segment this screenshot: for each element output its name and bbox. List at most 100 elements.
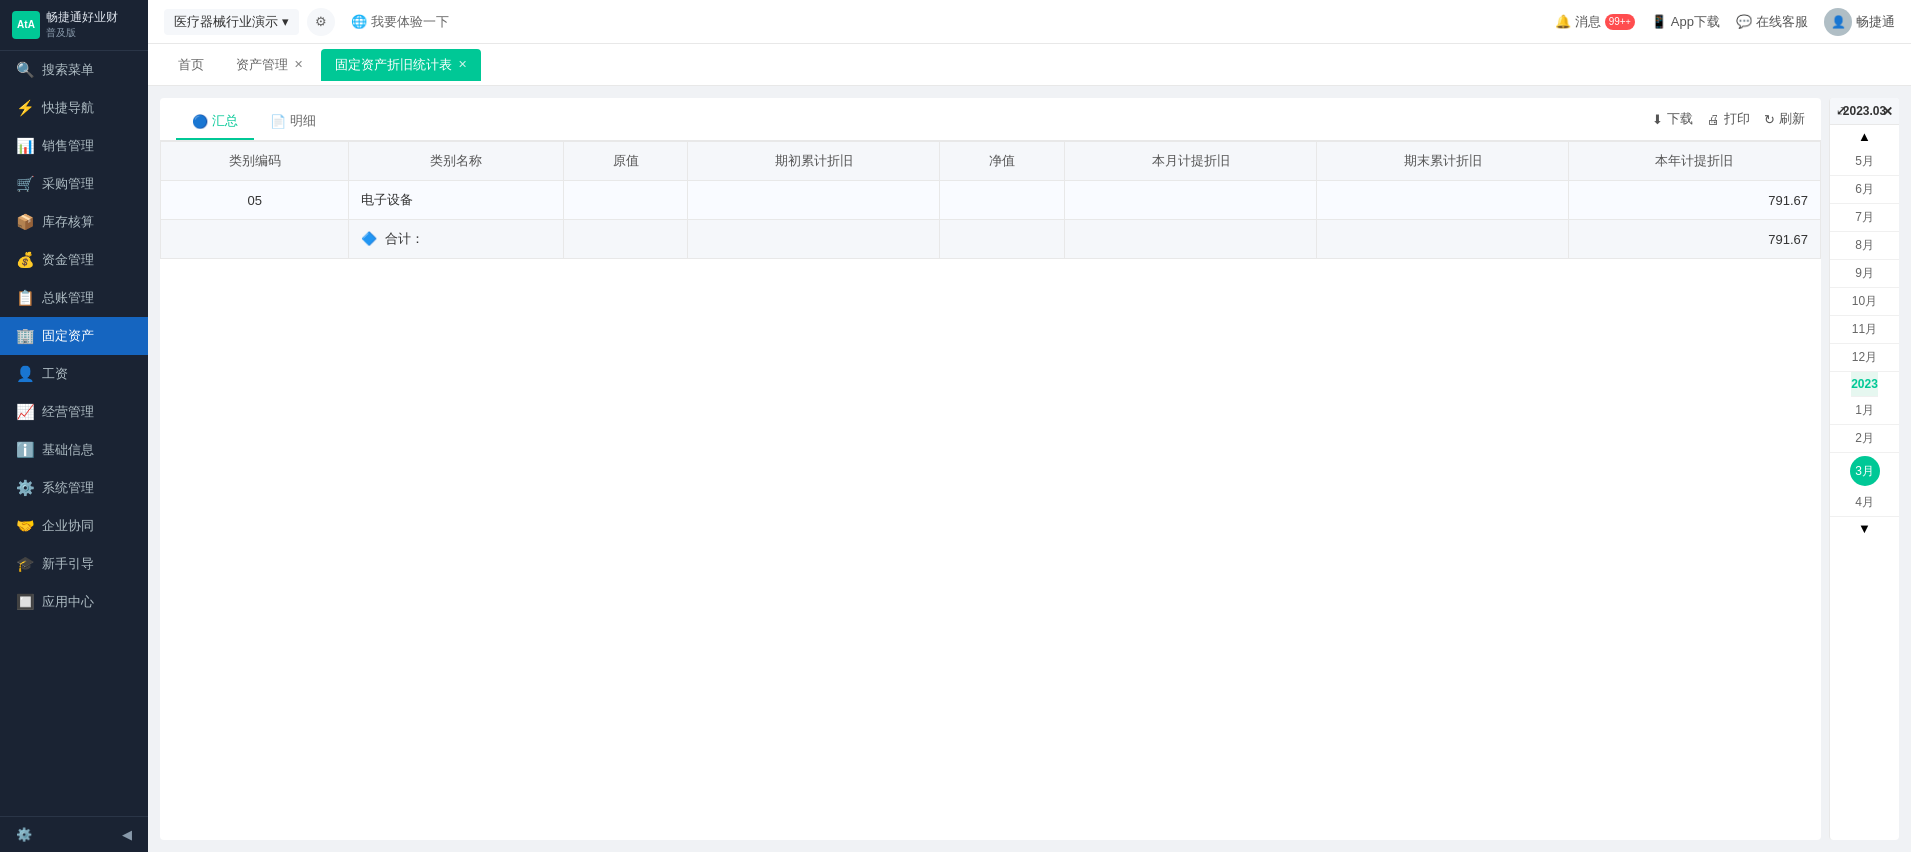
tab-label: 首页	[178, 56, 204, 74]
collab-icon: 🤝	[16, 517, 34, 535]
user-profile[interactable]: 👤 畅捷通	[1824, 8, 1895, 36]
month-12[interactable]: 12月	[1830, 344, 1899, 372]
month-4-2023[interactable]: 4月	[1830, 489, 1899, 517]
topbar: 医疗器械行业演示 ▾ ⚙ 🌐 我要体验一下 🔔 消息 99++ 📱 App下载	[148, 0, 1911, 44]
month-3-2023-selected[interactable]: 3月	[1850, 456, 1880, 486]
company-name: 医疗器械行业演示	[174, 13, 278, 31]
month-7[interactable]: 7月	[1830, 204, 1899, 232]
dropdown-icon: ▾	[282, 14, 289, 29]
footer-collapse-icon[interactable]: ◀	[122, 827, 132, 842]
system-icon: ⚙️	[16, 479, 34, 497]
inventory-icon: 📦	[16, 213, 34, 231]
customer-service-label: 在线客服	[1756, 13, 1808, 31]
tab-home[interactable]: 首页	[164, 49, 218, 81]
topbar-left: 医疗器械行业演示 ▾ ⚙ 🌐 我要体验一下	[164, 8, 457, 36]
tab-depreciation[interactable]: 固定资产折旧统计表 ✕	[321, 49, 481, 81]
month-6[interactable]: 6月	[1830, 176, 1899, 204]
month-8[interactable]: 8月	[1830, 232, 1899, 260]
scroll-down-button[interactable]: ▼	[1830, 517, 1899, 540]
footer-settings-icon[interactable]: ⚙️	[16, 827, 32, 842]
cell-net-value	[940, 181, 1065, 220]
refresh-button[interactable]: ↻ 刷新	[1764, 110, 1805, 128]
total-initial-dep	[688, 220, 940, 259]
month-1-2023[interactable]: 1月	[1830, 397, 1899, 425]
sidebar-item-basic[interactable]: ℹ️ 基础信息	[0, 431, 148, 469]
sidebar-item-label: 经营管理	[42, 403, 94, 421]
notifications-button[interactable]: 🔔 消息 99++	[1555, 13, 1635, 31]
col-annual-dep: 本年计提折旧	[1568, 142, 1820, 181]
col-end-dep: 期末累计折旧	[1317, 142, 1569, 181]
sidebar-item-fixed-assets[interactable]: 🏢 固定资产	[0, 317, 148, 355]
sub-tab-detail[interactable]: 📄 明细	[254, 106, 332, 140]
sub-tab-summary[interactable]: 🔵 汇总	[176, 106, 254, 140]
year-2023-label: 2023	[1851, 372, 1878, 397]
experience-button[interactable]: 🌐 我要体验一下	[343, 9, 457, 35]
sidebar-item-inventory[interactable]: 📦 库存核算	[0, 203, 148, 241]
cell-original	[563, 181, 688, 220]
app-name: 畅捷通好业财	[46, 10, 118, 26]
table-row[interactable]: 05 电子设备 791.67	[161, 181, 1821, 220]
sidebar-item-ledger[interactable]: 📋 总账管理	[0, 279, 148, 317]
sidebar: AtA 畅捷通好业财 普及版 🔍 搜索菜单 ⚡ 快捷导航 📊 销售管理 🛒 采购…	[0, 0, 148, 852]
content-area: 🔵 汇总 📄 明细 ⬇ 下载 🖨 打印	[148, 86, 1911, 852]
tab-close-icon[interactable]: ✕	[458, 58, 467, 71]
gear-icon: ⚙	[315, 14, 327, 29]
total-monthly-dep	[1065, 220, 1317, 259]
tab-asset-mgmt[interactable]: 资产管理 ✕	[222, 49, 317, 81]
date-panel: ⤢ 2023.03 ✕ ▲ 5月 6月 7月 8月 9月 10月 11月 12月…	[1829, 98, 1899, 840]
cell-annual-dep: 791.67	[1568, 181, 1820, 220]
sidebar-item-payroll[interactable]: 👤 工资	[0, 355, 148, 393]
sidebar-item-quick-nav[interactable]: ⚡ 快捷导航	[0, 89, 148, 127]
finance-icon: 💰	[16, 251, 34, 269]
col-code: 类别编码	[161, 142, 349, 181]
sidebar-item-ops[interactable]: 📈 经营管理	[0, 393, 148, 431]
col-monthly-dep: 本月计提折旧	[1065, 142, 1317, 181]
table-total-row: 🔷 合计： 791.67	[161, 220, 1821, 259]
print-label: 打印	[1724, 110, 1750, 128]
bell-icon: 🔔	[1555, 14, 1571, 29]
print-button[interactable]: 🖨 打印	[1707, 110, 1750, 128]
sub-tab-label: 汇总	[212, 112, 238, 130]
detail-icon: 📄	[270, 114, 286, 129]
download-button[interactable]: ⬇ 下载	[1652, 110, 1693, 128]
month-5[interactable]: 5月	[1830, 148, 1899, 176]
month-3-2023-row[interactable]: 3月	[1830, 453, 1899, 489]
tab-label: 固定资产折旧统计表	[335, 56, 452, 74]
scroll-up-icon: ▲	[1858, 129, 1871, 144]
month-2-2023[interactable]: 2月	[1830, 425, 1899, 453]
cell-code: 05	[161, 181, 349, 220]
basic-icon: ℹ️	[16, 441, 34, 459]
month-9[interactable]: 9月	[1830, 260, 1899, 288]
sub-tab-label: 明细	[290, 112, 316, 130]
total-icon: 🔷	[361, 231, 377, 246]
app-download-label: App下载	[1671, 13, 1720, 31]
tab-close-icon[interactable]: ✕	[294, 58, 303, 71]
months-2023: 1月 2月 3月 4月	[1830, 397, 1899, 517]
tabs-bar: 首页 资产管理 ✕ 固定资产折旧统计表 ✕	[148, 44, 1911, 86]
sidebar-item-sales[interactable]: 📊 销售管理	[0, 127, 148, 165]
depreciation-table: 类别编码 类别名称 原值 期初累计折旧 净值 本月计提折旧 期末累计折旧 本年计…	[160, 141, 1821, 259]
apps-icon: 🔲	[16, 593, 34, 611]
month-11[interactable]: 11月	[1830, 316, 1899, 344]
quick-nav-icon: ⚡	[16, 99, 34, 117]
month-10[interactable]: 10月	[1830, 288, 1899, 316]
settings-button[interactable]: ⚙	[307, 8, 335, 36]
sidebar-item-search[interactable]: 🔍 搜索菜单	[0, 51, 148, 89]
close-date-panel-icon[interactable]: ✕	[1882, 104, 1893, 119]
print-icon: 🖨	[1707, 112, 1720, 127]
scroll-down-icon: ▼	[1858, 521, 1871, 536]
sidebar-item-finance[interactable]: 💰 资金管理	[0, 241, 148, 279]
sidebar-item-apps[interactable]: 🔲 应用中心	[0, 583, 148, 621]
sidebar-item-guide[interactable]: 🎓 新手引导	[0, 545, 148, 583]
scroll-up-button[interactable]: ▲	[1830, 125, 1899, 148]
fixed-assets-icon: 🏢	[16, 327, 34, 345]
sidebar-item-purchase[interactable]: 🛒 采购管理	[0, 165, 148, 203]
cell-end-dep	[1317, 181, 1569, 220]
app-download-button[interactable]: 📱 App下载	[1651, 13, 1720, 31]
sidebar-item-collab[interactable]: 🤝 企业协同	[0, 507, 148, 545]
sidebar-item-system[interactable]: ⚙️ 系统管理	[0, 469, 148, 507]
expand-icon[interactable]: ⤢	[1836, 104, 1846, 118]
sidebar-item-label: 快捷导航	[42, 99, 94, 117]
customer-service-button[interactable]: 💬 在线客服	[1736, 13, 1808, 31]
company-selector[interactable]: 医疗器械行业演示 ▾	[164, 9, 299, 35]
